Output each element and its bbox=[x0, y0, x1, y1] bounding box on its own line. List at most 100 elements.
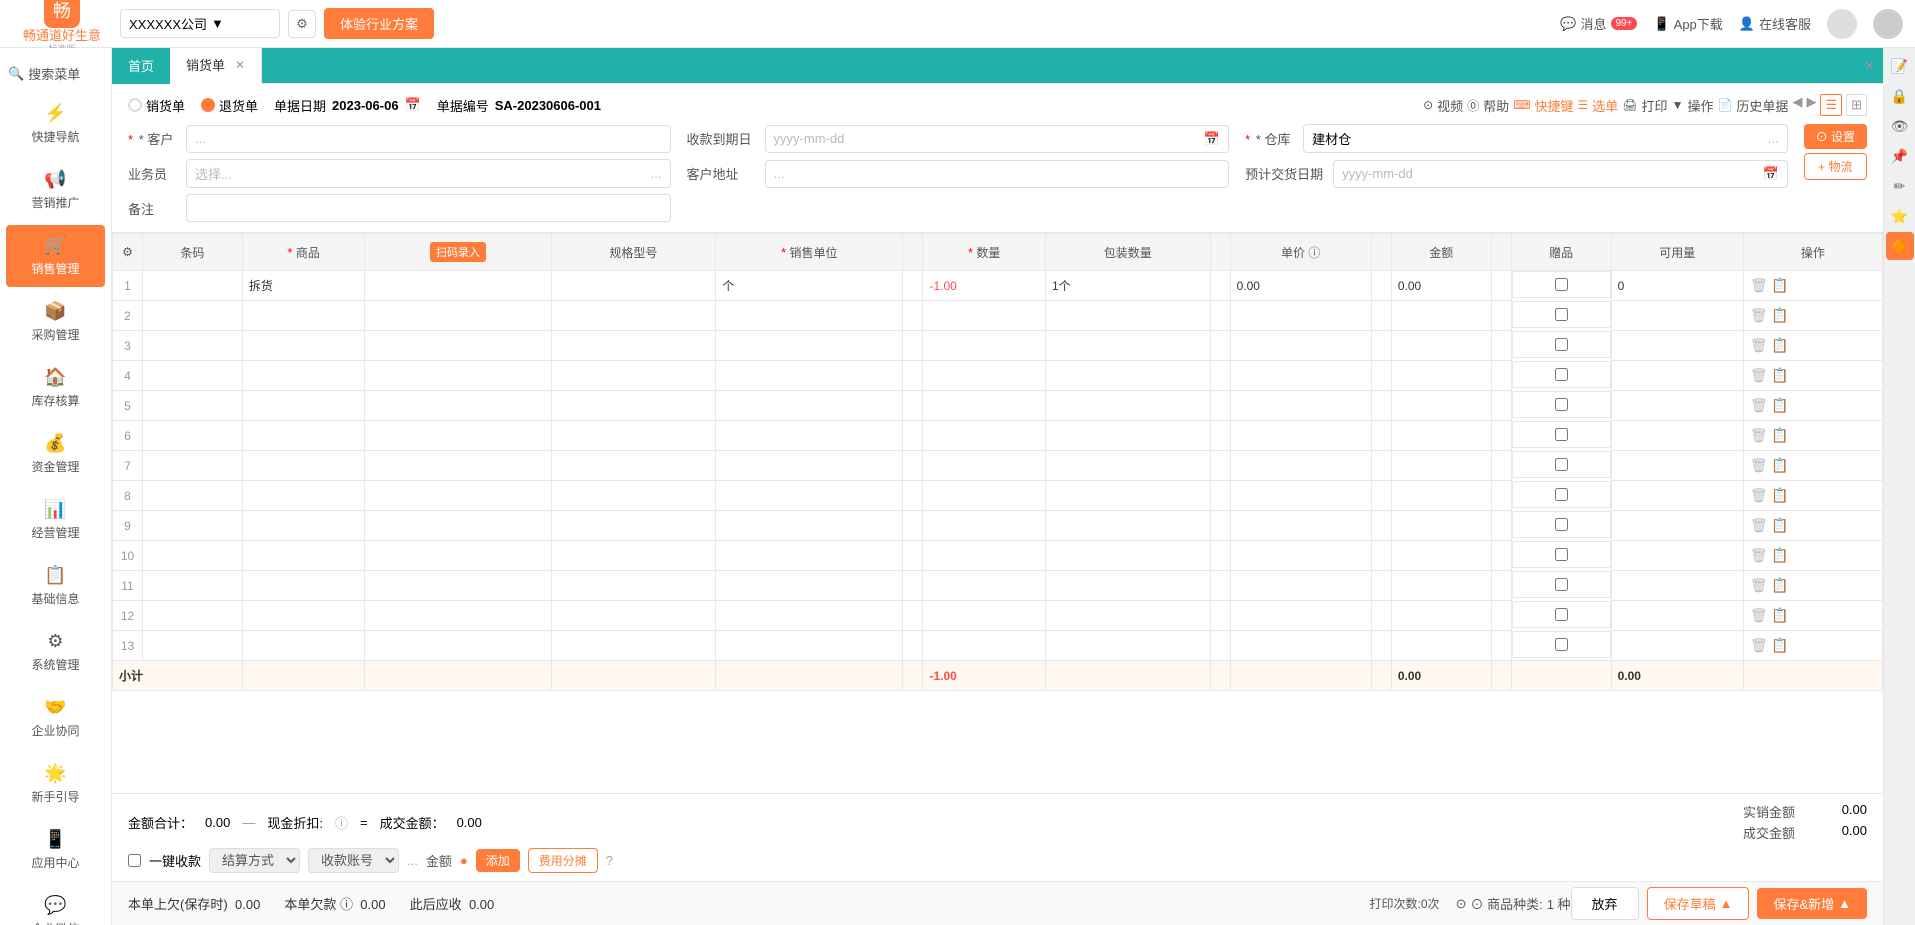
row-qty[interactable] bbox=[923, 331, 1046, 361]
row-pkg-qty[interactable]: 1个 bbox=[1045, 271, 1210, 301]
tab-home[interactable]: 首页 bbox=[112, 48, 170, 84]
row-product[interactable] bbox=[242, 511, 365, 541]
row-spec[interactable] bbox=[551, 301, 716, 331]
row-barcode[interactable] bbox=[143, 361, 243, 391]
sidebar-item-finance[interactable]: 💰 资金管理 bbox=[6, 423, 105, 485]
row-spec[interactable] bbox=[551, 451, 716, 481]
row-spec[interactable] bbox=[551, 421, 716, 451]
row-price[interactable] bbox=[1230, 481, 1371, 511]
sidebar-item-app-center[interactable]: 📱 应用中心 bbox=[6, 819, 105, 881]
row-product[interactable] bbox=[242, 541, 365, 571]
row-delete-icon[interactable]: 🗑 bbox=[1750, 427, 1768, 443]
row-unit[interactable] bbox=[716, 301, 903, 331]
row-qty[interactable] bbox=[923, 541, 1046, 571]
row-spec[interactable] bbox=[551, 331, 716, 361]
right-panel-icon-3[interactable]: 👁 bbox=[1886, 112, 1914, 140]
row-barcode[interactable] bbox=[143, 541, 243, 571]
row-delete-icon[interactable]: 🗑 bbox=[1750, 307, 1768, 323]
next-arrow[interactable]: ▶ bbox=[1806, 94, 1816, 116]
row-gift-checkbox[interactable] bbox=[1555, 428, 1568, 441]
row-qty[interactable] bbox=[923, 511, 1046, 541]
row-delete-icon[interactable]: 🗑 bbox=[1750, 397, 1768, 413]
row-unit[interactable] bbox=[716, 571, 903, 601]
row-barcode[interactable] bbox=[143, 481, 243, 511]
one-key-payment-checkbox[interactable] bbox=[128, 854, 141, 867]
row-copy-icon[interactable]: 📋 bbox=[1771, 427, 1788, 443]
row-unit[interactable] bbox=[716, 631, 903, 661]
row-barcode[interactable] bbox=[143, 421, 243, 451]
radio-sales-order[interactable]: 销货单 bbox=[128, 96, 185, 115]
row-price[interactable] bbox=[1230, 631, 1371, 661]
row-delete-icon[interactable]: 🗑 bbox=[1750, 337, 1768, 353]
logistics-button[interactable]: + 物流 bbox=[1804, 153, 1867, 180]
row-amount[interactable] bbox=[1391, 511, 1491, 541]
row-product[interactable]: 拆货 bbox=[242, 271, 365, 301]
print-btn[interactable]: 🖨 打印 bbox=[1622, 94, 1667, 116]
col-settings[interactable]: ⚙ bbox=[113, 234, 143, 271]
row-price[interactable] bbox=[1230, 601, 1371, 631]
row-price[interactable] bbox=[1230, 361, 1371, 391]
row-barcode[interactable] bbox=[143, 601, 243, 631]
row-spec[interactable] bbox=[551, 361, 716, 391]
row-copy-icon[interactable]: 📋 bbox=[1771, 637, 1788, 653]
row-pkg-qty[interactable] bbox=[1045, 601, 1210, 631]
row-delete-icon[interactable]: 🗑 bbox=[1750, 577, 1768, 593]
row-gift-checkbox[interactable] bbox=[1555, 608, 1568, 621]
row-pkg-qty[interactable] bbox=[1045, 331, 1210, 361]
expense-button[interactable]: 费用分摊 bbox=[528, 848, 598, 873]
online-service-button[interactable]: 👤 在线客服 bbox=[1739, 14, 1811, 33]
sidebar-item-enterprise[interactable]: 🤝 企业协同 bbox=[6, 687, 105, 749]
row-qty[interactable] bbox=[923, 631, 1046, 661]
row-product[interactable] bbox=[242, 451, 365, 481]
row-copy-icon[interactable]: 📋 bbox=[1771, 547, 1788, 563]
avatar[interactable] bbox=[1827, 9, 1857, 39]
row-unit[interactable]: 个 bbox=[716, 271, 903, 301]
row-price[interactable] bbox=[1230, 511, 1371, 541]
row-delete-icon[interactable]: 🗑 bbox=[1750, 457, 1768, 473]
row-product[interactable] bbox=[242, 331, 365, 361]
prev-arrow[interactable]: ◀ bbox=[1792, 94, 1802, 116]
row-gift-checkbox[interactable] bbox=[1555, 338, 1568, 351]
right-panel-icon-1[interactable]: 📝 bbox=[1886, 52, 1914, 80]
row-amount[interactable] bbox=[1391, 391, 1491, 421]
calendar-icon-delivery[interactable]: 📅 bbox=[1762, 166, 1778, 182]
trial-button[interactable]: 体验行业方案 bbox=[324, 8, 434, 39]
row-qty[interactable] bbox=[923, 481, 1046, 511]
save-new-button[interactable]: 保存&新增 ▲ bbox=[1757, 888, 1867, 919]
row-delete-icon[interactable]: 🗑 bbox=[1750, 607, 1768, 623]
help-btn[interactable]: ⓪ 帮助 bbox=[1467, 94, 1509, 116]
row-product[interactable] bbox=[242, 481, 365, 511]
row-unit[interactable] bbox=[716, 331, 903, 361]
row-qty[interactable] bbox=[923, 301, 1046, 331]
select-btn[interactable]: ☰ 选单 bbox=[1578, 94, 1619, 116]
setting-button[interactable]: ⊙ 设置 bbox=[1804, 124, 1867, 149]
row-gift-checkbox[interactable] bbox=[1555, 458, 1568, 471]
expected-delivery-input[interactable]: yyyy-mm-dd 📅 bbox=[1333, 160, 1788, 188]
row-product[interactable] bbox=[242, 571, 365, 601]
row-gift-checkbox[interactable] bbox=[1555, 548, 1568, 561]
row-amount[interactable] bbox=[1391, 631, 1491, 661]
row-delete-icon[interactable]: 🗑 bbox=[1750, 487, 1768, 503]
row-pkg-qty[interactable] bbox=[1045, 451, 1210, 481]
row-barcode[interactable] bbox=[143, 631, 243, 661]
row-pkg-qty[interactable] bbox=[1045, 511, 1210, 541]
row-copy-icon[interactable]: 📋 bbox=[1771, 517, 1788, 533]
row-copy-icon[interactable]: 📋 bbox=[1771, 577, 1788, 593]
row-qty[interactable] bbox=[923, 571, 1046, 601]
row-price[interactable] bbox=[1230, 301, 1371, 331]
row-amount[interactable] bbox=[1391, 361, 1491, 391]
right-panel-icon-2[interactable]: 🔒 bbox=[1886, 82, 1914, 110]
right-panel-icon-7[interactable]: 🔶 bbox=[1886, 232, 1914, 260]
row-pkg-qty[interactable] bbox=[1045, 391, 1210, 421]
row-product[interactable] bbox=[242, 391, 365, 421]
row-copy-icon[interactable]: 📋 bbox=[1771, 607, 1788, 623]
row-delete-icon[interactable]: 🗑 bbox=[1750, 547, 1768, 563]
row-gift-checkbox[interactable] bbox=[1555, 488, 1568, 501]
radio-return-order[interactable]: 退货单 bbox=[201, 96, 258, 115]
row-amount[interactable] bbox=[1391, 601, 1491, 631]
product-type[interactable]: ⊙ ⊙ 商品种类: 1 种 bbox=[1456, 894, 1571, 913]
sidebar-item-guide[interactable]: 🌟 新手引导 bbox=[6, 753, 105, 815]
tab-sales-order[interactable]: 销货单 ✕ bbox=[170, 48, 262, 84]
row-amount[interactable] bbox=[1391, 421, 1491, 451]
search-menu[interactable]: 🔍 搜索菜单 bbox=[0, 56, 111, 91]
